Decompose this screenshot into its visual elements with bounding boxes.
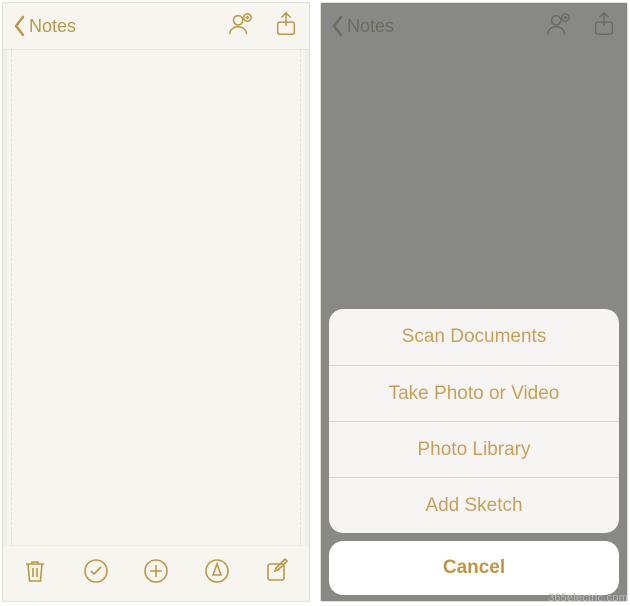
sheet-item-label: Take Photo or Video [389,383,560,405]
sheet-item-add-sketch[interactable]: Add Sketch [329,477,619,533]
sheet-item-take-photo-video[interactable]: Take Photo or Video [329,365,619,421]
chevron-left-icon [13,15,27,37]
share-icon [273,11,299,37]
sheet-item-scan-documents[interactable]: Scan Documents [329,309,619,365]
action-sheet-options: Scan Documents Take Photo or Video Photo… [329,309,619,533]
checklist-button[interactable] [82,557,110,590]
sheet-cancel-button[interactable]: Cancel [329,541,619,595]
note-body[interactable] [3,49,309,545]
comparison-stage: Notes [0,0,630,606]
nav-bar: Notes [3,3,309,49]
sheet-item-photo-library[interactable]: Photo Library [329,421,619,477]
sheet-item-label: Photo Library [417,439,530,461]
compose-button[interactable] [263,557,291,590]
sheet-item-label: Scan Documents [402,326,547,348]
action-sheet: Scan Documents Take Photo or Video Photo… [329,309,619,595]
add-people-icon [227,11,253,37]
checklist-icon [82,557,110,585]
sheet-item-label: Add Sketch [425,495,522,517]
markup-button[interactable] [203,557,231,590]
back-button-dimmed: Notes [331,15,394,37]
cancel-label: Cancel [443,557,505,579]
add-people-button-dimmed [545,11,571,42]
trash-icon [21,557,49,585]
nav-bar-dimmed: Notes [321,3,627,49]
back-label: Notes [29,16,76,37]
nav-actions [227,11,299,42]
watermark: 365electric.com [548,592,628,604]
add-people-button[interactable] [227,11,253,42]
add-attachment-button[interactable] [142,557,170,590]
share-button-dimmed [591,11,617,42]
markup-icon [203,557,231,585]
share-button[interactable] [273,11,299,42]
phone-left: Notes [2,2,310,602]
compose-icon [263,557,291,585]
back-button[interactable]: Notes [13,15,76,37]
add-people-icon [545,11,571,37]
plus-circle-icon [142,557,170,585]
bottom-toolbar [3,545,309,601]
nav-actions-dimmed [545,11,617,42]
trash-button[interactable] [21,557,49,590]
phone-right: Notes Scan Documents Take [320,2,628,602]
share-icon [591,11,617,37]
back-label: Notes [347,16,394,37]
chevron-left-icon [331,15,345,37]
